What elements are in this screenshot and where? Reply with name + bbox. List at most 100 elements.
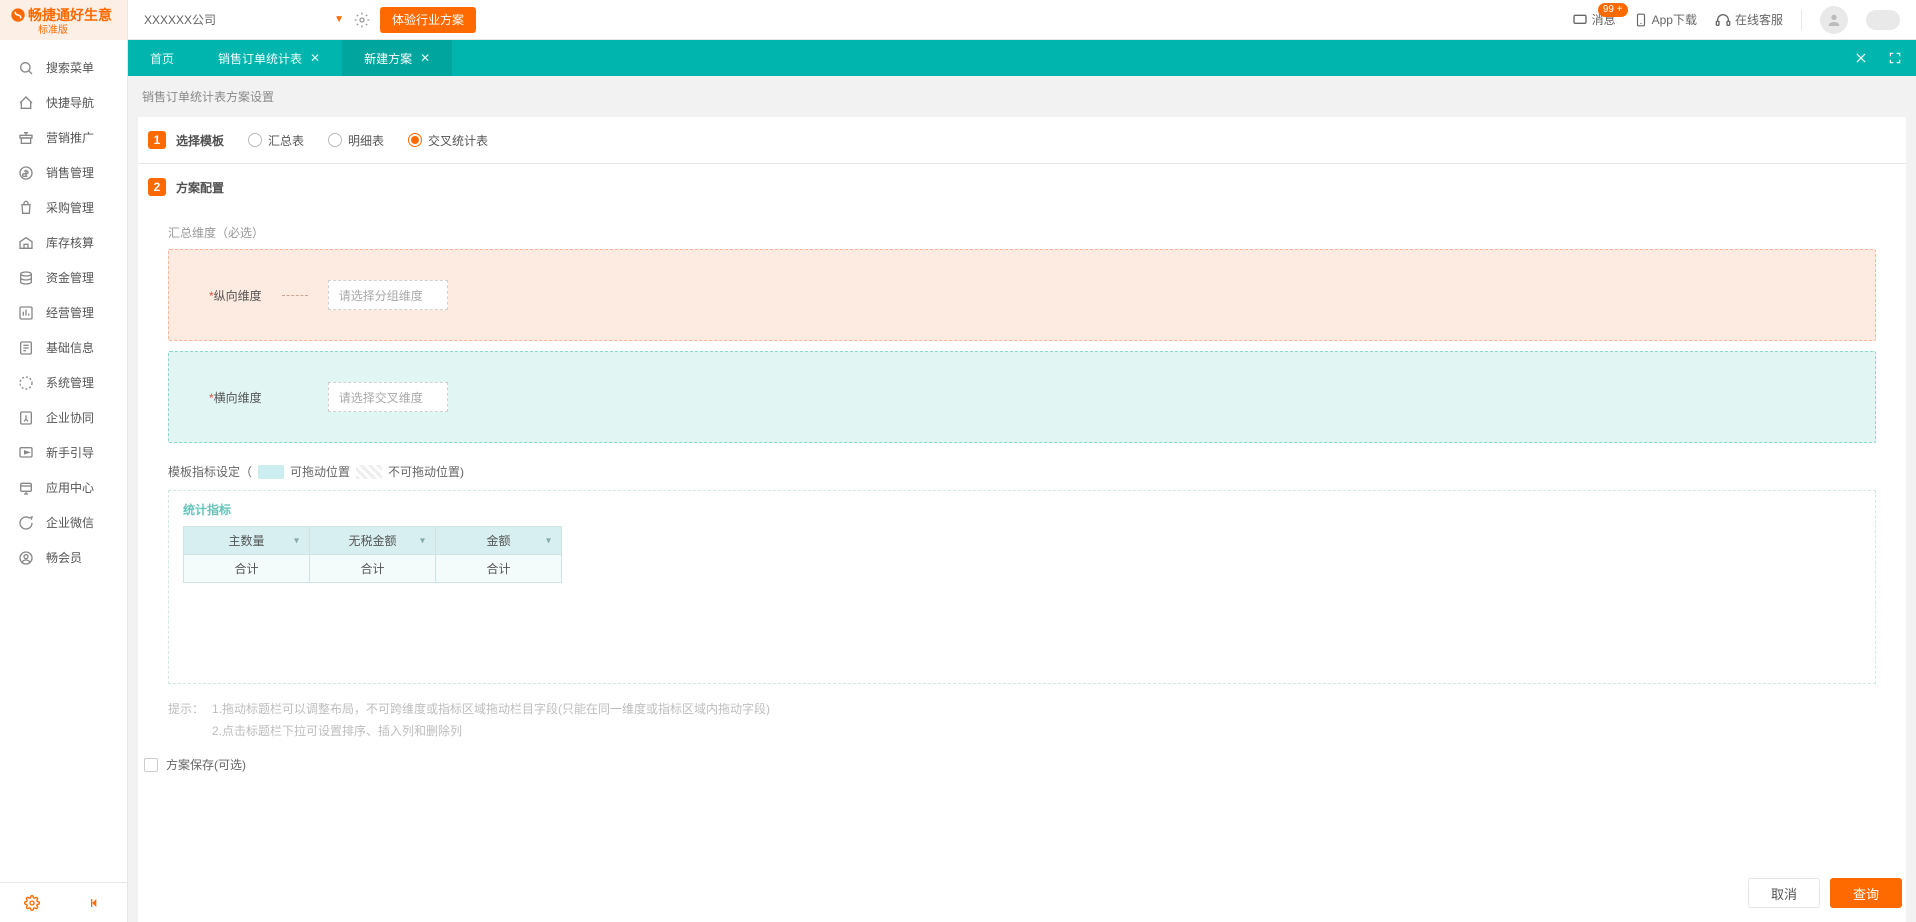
config-panel: 1 选择模板 汇总表 明细表 交叉统计表 2 方案配置 汇总维度（必选） *纵向维度 — [138, 117, 1906, 922]
messages-badge: 99 + — [1598, 3, 1628, 17]
sidebar-item-apps[interactable]: 应用中心 — [0, 470, 127, 505]
legend-row: 模板指标设定（ 可拖动位置 不可拖动位置) — [168, 463, 1876, 480]
sidebar-item-funds[interactable]: 资金管理 — [0, 260, 127, 295]
profile-pill[interactable] — [1866, 10, 1900, 30]
tab-close-icon[interactable]: ✕ — [420, 51, 430, 65]
sidebar-item-quick[interactable]: 快捷导航 — [0, 85, 127, 120]
stats-col-header[interactable]: 金额 ▾ — [436, 527, 562, 555]
vertical-dimension-placeholder: 请选择分组维度 — [339, 287, 423, 304]
cancel-button[interactable]: 取消 — [1748, 878, 1820, 908]
save-row: 方案保存(可选) — [138, 742, 1906, 787]
summary-dimension-label: 汇总维度（必选） — [168, 224, 1876, 241]
step1-badge: 1 — [148, 131, 166, 149]
company-name: XXXXXX公司 — [144, 11, 216, 28]
sidebar-item-label: 快捷导航 — [46, 94, 94, 111]
tab-newplan[interactable]: 新建方案 ✕ — [342, 40, 452, 76]
radio-label: 明细表 — [348, 132, 384, 149]
user-icon — [1826, 12, 1842, 28]
template-radio-cross[interactable]: 交叉统计表 — [408, 132, 488, 149]
sidebar-item-inventory[interactable]: 库存核算 — [0, 225, 127, 260]
sidebar-item-search[interactable]: 搜索菜单 — [0, 50, 127, 85]
sidebar-item-collab[interactable]: 企业协同 — [0, 400, 127, 435]
sidebar-item-ops[interactable]: 经营管理 — [0, 295, 127, 330]
connector-line — [282, 295, 308, 296]
stats-col-header[interactable]: 无税金额▾ — [310, 527, 436, 555]
horizontal-dimension-placeholder: 请选择交叉维度 — [339, 389, 423, 406]
stats-col-label: 金额 — [486, 534, 510, 548]
purchase-icon — [18, 200, 34, 216]
tab-home[interactable]: 首页 — [128, 40, 196, 76]
sidebar-item-member[interactable]: 畅会员 — [0, 540, 127, 575]
sidebar-item-label: 营销推广 — [46, 129, 94, 146]
tab-label: 首页 — [150, 50, 174, 67]
save-plan-checkbox[interactable] — [144, 758, 158, 772]
stats-title: 统计指标 — [183, 501, 1861, 518]
tab-label: 新建方案 — [364, 50, 412, 67]
legend-swatch-nondraggable — [356, 465, 382, 479]
sidebar-item-guide[interactable]: 新手引导 — [0, 435, 127, 470]
chevron-down-icon: ▾ — [546, 535, 551, 546]
tab-close-icon[interactable]: ✕ — [310, 51, 320, 65]
messages-button[interactable]: 消息 99 + — [1572, 11, 1616, 28]
step2-badge: 2 — [148, 178, 166, 196]
ops-icon — [18, 305, 34, 321]
stats-col-header[interactable]: 主数量▾ — [184, 527, 310, 555]
expand-icon — [1888, 51, 1902, 65]
collab-icon — [18, 410, 34, 426]
horizontal-dimension-input[interactable]: 请选择交叉维度 — [328, 382, 448, 412]
company-select[interactable]: XXXXXX公司 ▼ — [144, 6, 344, 34]
sidebar-item-wechat[interactable]: 企业微信 — [0, 505, 127, 540]
vertical-dimension-input[interactable]: 请选择分组维度 — [328, 280, 448, 310]
submit-button[interactable]: 查询 — [1830, 878, 1902, 908]
legend-nondraggable-label: 不可拖动位置) — [388, 463, 464, 480]
phone-icon — [1634, 12, 1648, 28]
template-radio-summary[interactable]: 汇总表 — [248, 132, 304, 149]
app-download-button[interactable]: App下载 — [1634, 11, 1697, 28]
funds-icon — [18, 270, 34, 286]
sidebar: 畅捷通好生意 标准版 搜索菜单快捷导航营销推广销售管理采购管理库存核算资金管理经… — [0, 0, 128, 922]
member-icon — [18, 550, 34, 566]
support-button[interactable]: 在线客服 — [1715, 11, 1783, 28]
collapse-icon[interactable] — [87, 895, 103, 911]
vertical-dimension-box: *纵向维度 请选择分组维度 — [168, 249, 1876, 341]
stats-table: 主数量▾无税金额▾金额▾ 合计合计合计 — [183, 526, 562, 583]
stats-footer-cell: 合计 — [436, 555, 562, 583]
gear-icon[interactable] — [352, 10, 372, 30]
tab-report[interactable]: 销售订单统计表✕ — [196, 40, 342, 76]
logo-area: 畅捷通好生意 标准版 — [0, 0, 127, 40]
divider — [1801, 10, 1802, 30]
stats-col-label: 主数量 — [228, 534, 264, 548]
sidebar-item-promo[interactable]: 营销推广 — [0, 120, 127, 155]
legend-swatch-draggable — [258, 465, 284, 479]
settings-icon[interactable] — [24, 895, 40, 911]
topbar-right: 消息 99 + App下载 在线客服 — [1572, 6, 1900, 34]
step2-title: 方案配置 — [176, 179, 224, 196]
radio-dot — [408, 133, 422, 147]
save-plan-label: 方案保存(可选) — [166, 756, 246, 773]
sidebar-item-system[interactable]: 系统管理 — [0, 365, 127, 400]
app-download-label: App下载 — [1652, 11, 1697, 28]
fullscreen-button[interactable] — [1880, 43, 1910, 73]
template-radio-group: 汇总表 明细表 交叉统计表 — [248, 132, 488, 149]
sidebar-item-sales[interactable]: 销售管理 — [0, 155, 127, 190]
wechat-icon — [18, 515, 34, 531]
hint-line: 1.拖动标题栏可以调整布局，不可跨维度或指标区域拖动栏目字段(只能在同一维度或指… — [212, 698, 770, 720]
brand-icon — [10, 7, 26, 23]
tab-close-all-button[interactable] — [1846, 43, 1876, 73]
sidebar-item-basic[interactable]: 基础信息 — [0, 330, 127, 365]
template-radio-detail[interactable]: 明细表 — [328, 132, 384, 149]
search-icon — [18, 60, 34, 76]
try-solution-button[interactable]: 体验行业方案 — [380, 7, 476, 33]
chevron-down-icon: ▾ — [420, 535, 425, 546]
sidebar-item-purchase[interactable]: 采购管理 — [0, 190, 127, 225]
sidebar-item-label: 企业微信 — [46, 514, 94, 531]
footer-actions: 取消 查询 — [1748, 878, 1902, 908]
headset-icon — [1715, 12, 1731, 28]
step1-title: 选择模板 — [176, 132, 224, 149]
vertical-dimension-label: *纵向维度 — [209, 287, 262, 304]
legend-prefix: 模板指标设定（ — [168, 463, 252, 480]
message-icon — [1572, 12, 1588, 28]
nav-list: 搜索菜单快捷导航营销推广销售管理采购管理库存核算资金管理经营管理基础信息系统管理… — [0, 40, 127, 882]
sidebar-item-label: 企业协同 — [46, 409, 94, 426]
avatar[interactable] — [1820, 6, 1848, 34]
